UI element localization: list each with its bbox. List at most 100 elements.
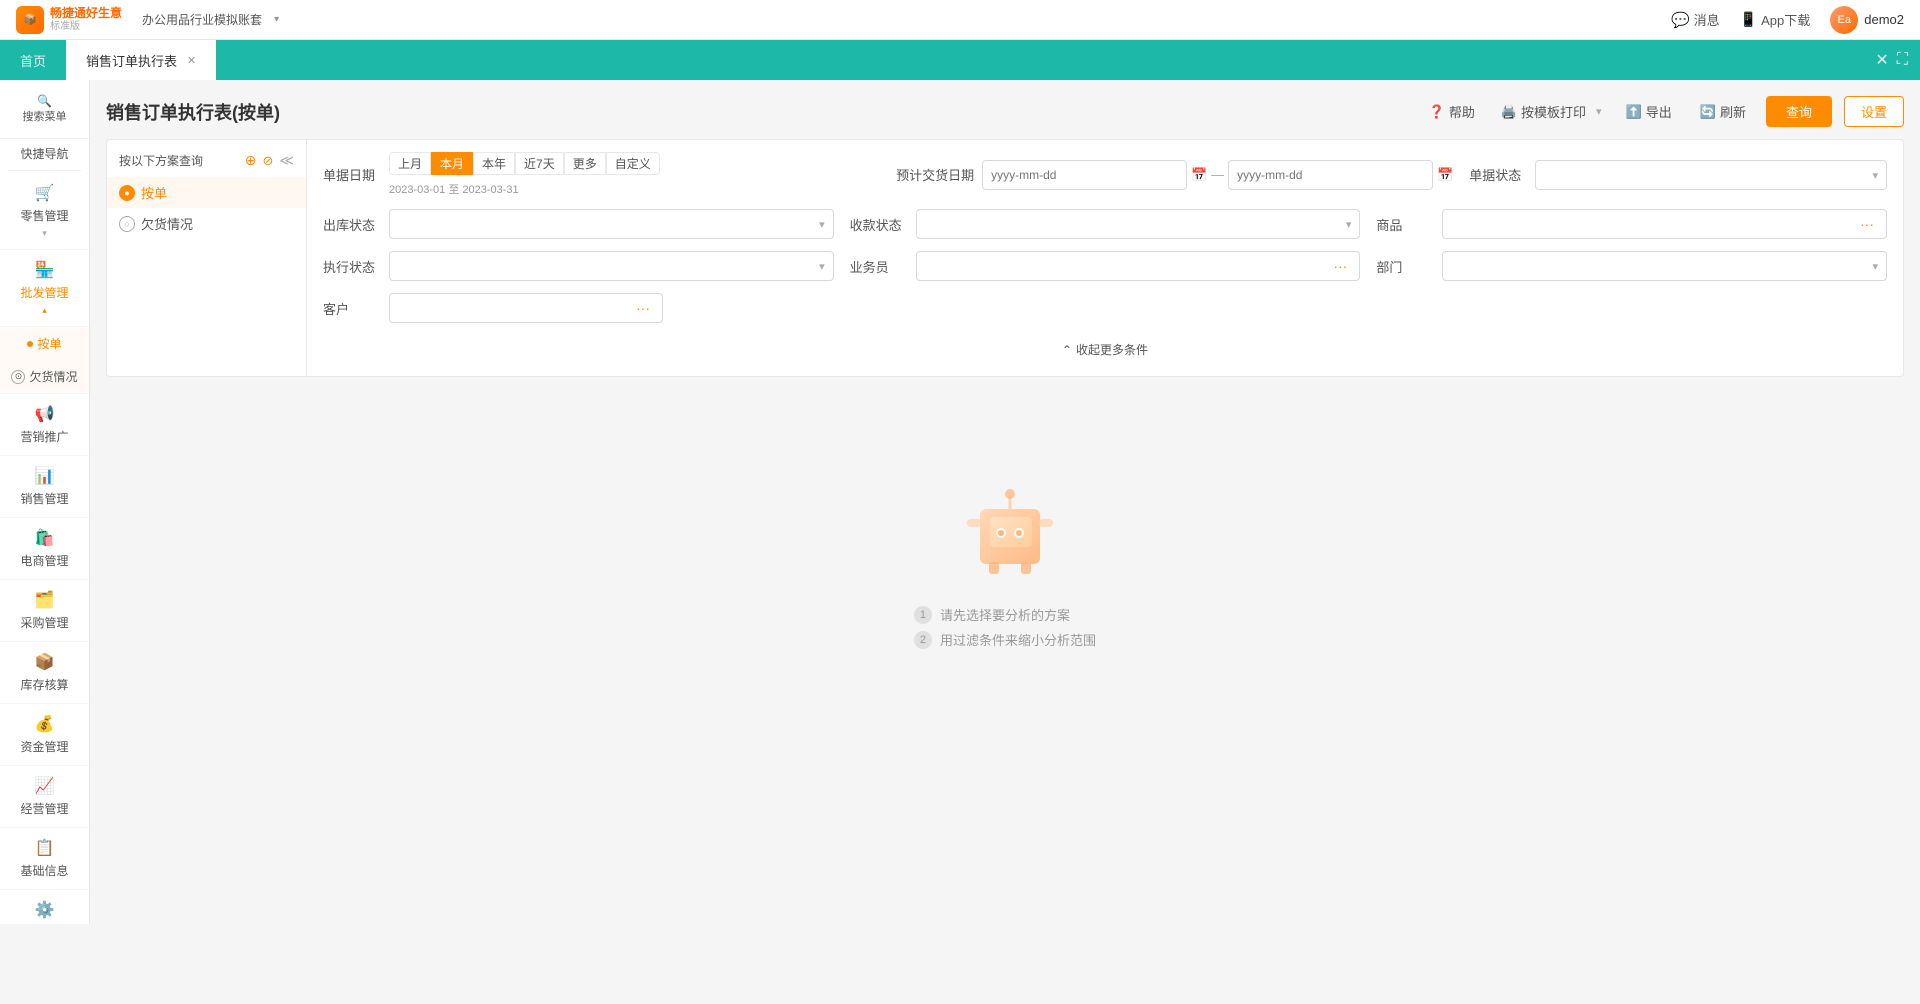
top-header: 📦 畅捷通好生意 标准版 办公用品行业模拟账套 ▾ 💬 消息 📱 App下载 E… bbox=[0, 0, 1920, 40]
collection-status-select[interactable] bbox=[916, 209, 1361, 239]
user-info[interactable]: Ea demo2 bbox=[1830, 6, 1904, 34]
tab-close-icon[interactable]: ✕ bbox=[187, 54, 196, 67]
collapse-label: 收起更多条件 bbox=[1076, 341, 1148, 358]
sales-label: 销售管理 bbox=[20, 490, 68, 507]
delivery-start-input[interactable] bbox=[982, 160, 1187, 190]
empty-illustration bbox=[945, 469, 1065, 589]
delivery-date-sep: — bbox=[1211, 167, 1224, 182]
logo-area[interactable]: 📦 畅捷通好生意 标准版 bbox=[16, 6, 122, 34]
tab-home[interactable]: 首页 bbox=[0, 40, 66, 80]
tab-maximize-btn[interactable]: ⛶ bbox=[1897, 51, 1908, 69]
filter-ship-field: 出库状态 bbox=[323, 209, 834, 239]
scheme-order-label: 按单 bbox=[141, 183, 167, 202]
export-btn[interactable]: ⬆️ 导出 bbox=[1618, 98, 1680, 125]
sidebar-item-finance[interactable]: 💰 资金管理 bbox=[0, 704, 89, 766]
sidebar-item-sales[interactable]: 📊 销售管理 bbox=[0, 456, 89, 518]
sidebar-item-purchase[interactable]: 🗂️ 采购管理 bbox=[0, 580, 89, 642]
refresh-btn[interactable]: 🔄 刷新 bbox=[1692, 98, 1754, 125]
salesperson-ellipsis-icon[interactable]: ··· bbox=[1329, 258, 1351, 274]
empty-step-1-num: 1 bbox=[914, 606, 932, 624]
app-download-icon: 📱 bbox=[1740, 11, 1757, 28]
tab-sales-execution[interactable]: 销售订单执行表 ✕ bbox=[66, 40, 216, 80]
basic-icon: 📋 bbox=[35, 838, 55, 858]
query-btn[interactable]: 查询 bbox=[1766, 96, 1832, 127]
sidebar-item-operation[interactable]: 📈 经营管理 bbox=[0, 766, 89, 828]
order-sub-label: 按单 bbox=[37, 335, 61, 352]
customer-ellipsis-icon[interactable]: ··· bbox=[632, 300, 654, 316]
print-dropdown-icon[interactable]: ▾ bbox=[1592, 101, 1606, 122]
filter-date-field: 单据日期 上月 本月 本年 近7天 更多 自定义 bbox=[323, 152, 880, 197]
salesperson-field-label: 业务员 bbox=[850, 257, 910, 276]
app-download-btn[interactable]: 📱 App下载 bbox=[1740, 10, 1811, 29]
date-tab-more[interactable]: 更多 bbox=[564, 152, 606, 175]
date-field-label: 单据日期 bbox=[323, 165, 383, 184]
scheme-item-shortage[interactable]: ○ 欠货情况 bbox=[107, 208, 306, 239]
retail-arrow-icon: ▾ bbox=[42, 228, 47, 239]
sidebar-item-marketing[interactable]: 📢 营销推广 bbox=[0, 394, 89, 456]
settings-btn[interactable]: 设置 bbox=[1844, 96, 1904, 127]
top-header-left: 📦 畅捷通好生意 标准版 办公用品行业模拟账套 ▾ bbox=[16, 6, 279, 34]
print-btn[interactable]: 🖨️ 按模板打印 bbox=[1495, 98, 1592, 125]
empty-state: 1 请先选择要分析的方案 2 用过滤条件来缩小分析范围 bbox=[106, 389, 1904, 729]
collection-status-chevron-icon bbox=[1346, 217, 1352, 231]
export-icon: ⬆️ bbox=[1626, 104, 1642, 120]
salesperson-select[interactable]: ··· bbox=[916, 251, 1361, 281]
shortage-circle-icon: ⊙ bbox=[11, 370, 25, 384]
collapse-icon: ⌃ bbox=[1062, 343, 1072, 357]
goods-ellipsis-icon[interactable]: ··· bbox=[1856, 216, 1878, 232]
marketing-label: 营销推广 bbox=[20, 428, 68, 445]
department-select[interactable] bbox=[1442, 251, 1887, 281]
doc-status-select[interactable] bbox=[1535, 160, 1887, 190]
delivery-start-calendar-icon[interactable]: 📅 bbox=[1191, 167, 1207, 183]
header-dropdown-icon[interactable]: ▾ bbox=[274, 14, 279, 25]
quick-nav-label[interactable]: 快捷导航 bbox=[0, 139, 89, 168]
add-scheme-icon[interactable]: ⊕ bbox=[245, 152, 257, 169]
message-btn[interactable]: 💬 消息 bbox=[1671, 10, 1720, 29]
customer-select[interactable]: ··· bbox=[389, 293, 663, 323]
collapse-scheme-icon[interactable]: ≪ bbox=[279, 152, 294, 169]
date-tab-this-year[interactable]: 本年 bbox=[473, 152, 515, 175]
filter-salesperson-field: 业务员 ··· bbox=[850, 251, 1361, 281]
wholesale-label: 批发管理 bbox=[20, 284, 68, 301]
search-menu-btn[interactable]: 🔍 搜索菜单 bbox=[8, 90, 81, 128]
docstatus-field-label: 单据状态 bbox=[1469, 165, 1529, 184]
filter-delivery-date-group: 📅 — 📅 bbox=[982, 160, 1453, 190]
export-label: 导出 bbox=[1646, 102, 1672, 121]
sidebar: 🔍 搜索菜单 快捷导航 🛒 零售管理 ▾ 🏪 批发管理 ▴ 按单 ⊙ 欠货情况 … bbox=[0, 80, 90, 924]
sidebar-item-inventory[interactable]: 📦 库存核算 bbox=[0, 642, 89, 704]
exec-status-select[interactable] bbox=[389, 251, 834, 281]
order-dot-icon bbox=[27, 341, 33, 347]
scheme-item-order[interactable]: ● 按单 bbox=[107, 177, 306, 208]
delivery-end-input[interactable] bbox=[1228, 160, 1433, 190]
sidebar-item-system[interactable]: ⚙️ 系统管理 bbox=[0, 890, 89, 924]
sidebar-item-ecommerce[interactable]: 🛍️ 电商管理 bbox=[0, 518, 89, 580]
sidebar-sub-item-order[interactable]: 按单 bbox=[0, 327, 89, 360]
page-actions: ❓ 帮助 🖨️ 按模板打印 ▾ ⬆️ 导出 🔄 刷新 查询 设置 bbox=[1421, 96, 1904, 127]
filter-row-1: 单据日期 上月 本月 本年 近7天 更多 自定义 bbox=[323, 152, 1887, 197]
sidebar-item-wholesale[interactable]: 🏪 批发管理 ▴ bbox=[0, 250, 89, 327]
goods-select[interactable]: ··· bbox=[1442, 209, 1887, 239]
wholesale-arrow-icon: ▴ bbox=[42, 305, 47, 316]
operation-icon: 📈 bbox=[35, 776, 55, 796]
empty-svg bbox=[965, 479, 1065, 579]
finance-label: 资金管理 bbox=[20, 738, 68, 755]
date-tab-custom[interactable]: 自定义 bbox=[606, 152, 660, 175]
date-tab-this-month[interactable]: 本月 bbox=[431, 152, 473, 175]
filter-scheme-panel: 按以下方案查询 ⊕ ⊘ ≪ ● 按单 ○ 欠货情况 bbox=[107, 140, 307, 376]
tab-bar-actions: ✕ ⛶ bbox=[1875, 50, 1920, 70]
filter-panel: 按以下方案查询 ⊕ ⊘ ≪ ● 按单 ○ 欠货情况 bbox=[106, 139, 1904, 377]
sidebar-item-retail[interactable]: 🛒 零售管理 ▾ bbox=[0, 173, 89, 250]
date-tab-7days[interactable]: 近7天 bbox=[515, 152, 564, 175]
sidebar-item-basic[interactable]: 📋 基础信息 bbox=[0, 828, 89, 890]
help-btn[interactable]: ❓ 帮助 bbox=[1421, 98, 1483, 125]
date-tab-last-month[interactable]: 上月 bbox=[389, 152, 431, 175]
ship-status-select[interactable] bbox=[389, 209, 834, 239]
tab-close-btn[interactable]: ✕ bbox=[1875, 50, 1888, 70]
department-chevron-icon bbox=[1872, 259, 1878, 273]
sidebar-sub-item-shortage[interactable]: ⊙ 欠货情况 bbox=[0, 360, 89, 393]
delivery-end-calendar-icon[interactable]: 📅 bbox=[1437, 167, 1453, 183]
edit-scheme-icon[interactable]: ⊘ bbox=[262, 153, 273, 169]
tab-bar: 首页 销售订单执行表 ✕ ✕ ⛶ bbox=[0, 40, 1920, 80]
collapse-more-btn[interactable]: ⌃ 收起更多条件 bbox=[323, 335, 1887, 364]
inventory-icon: 📦 bbox=[35, 652, 55, 672]
